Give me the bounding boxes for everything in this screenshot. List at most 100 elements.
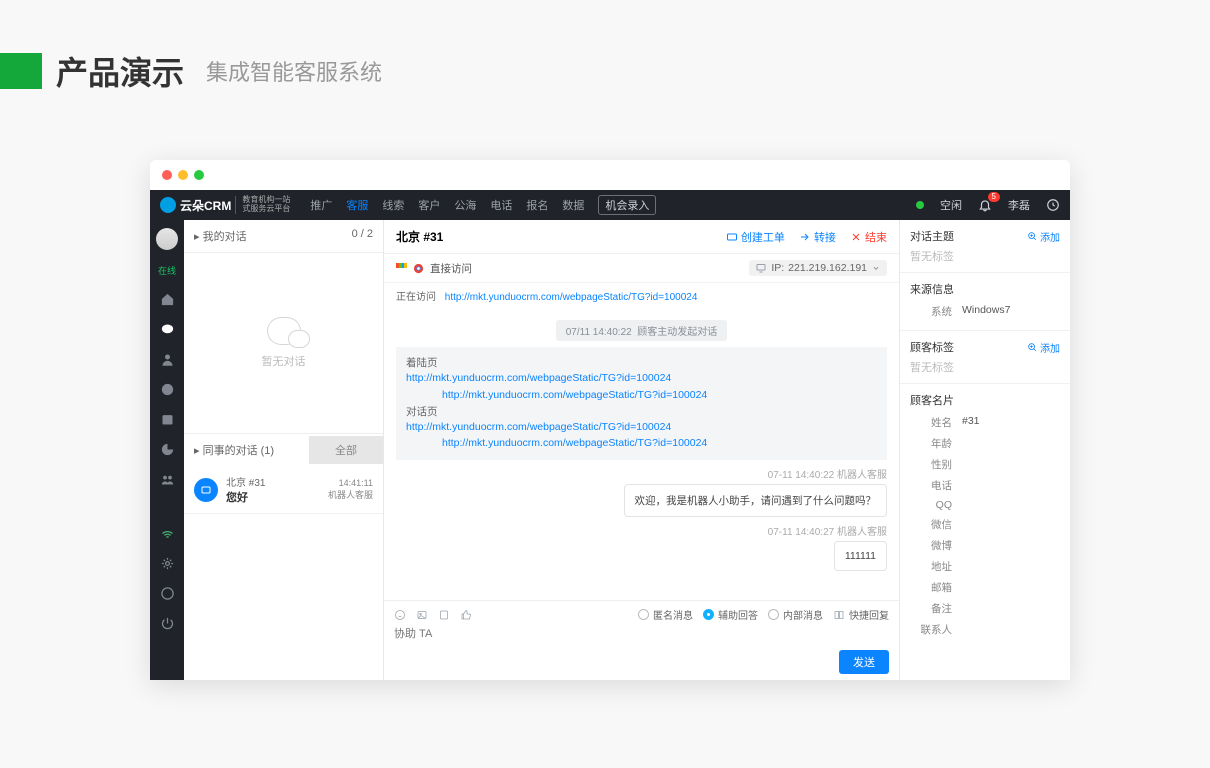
create-ticket-button[interactable]: 创建工单 [726, 229, 785, 245]
tags-none: 暂无标签 [910, 359, 1060, 375]
quick-reply-icon [833, 609, 845, 621]
visiting-url[interactable]: http://mkt.yunduocrm.com/webpageStatic/T… [445, 292, 698, 303]
nav-signup[interactable]: 报名 [526, 197, 548, 213]
person-icon[interactable] [159, 351, 175, 367]
logo-icon [160, 197, 176, 213]
user-avatar[interactable] [156, 228, 178, 250]
attachment-icon[interactable] [438, 609, 450, 621]
internal-option[interactable]: 内部消息 [768, 607, 823, 622]
conversation-list-panel: ▸ 我的对话 0 / 2 暂无对话 ▸ 同事的对话 (1) 全部 北京 #31 … [184, 220, 384, 680]
details-panel: 对话主题 添加 暂无标签 来源信息 系统Windows7 顾客标签 添加 [900, 220, 1070, 680]
landing-label: 着陆页 [406, 357, 438, 369]
reply-box: 匿名消息 辅助回答 内部消息 快捷回复 发送 [384, 600, 899, 680]
transfer-icon [799, 231, 811, 243]
slide-title: 产品演示 [56, 48, 184, 94]
age-key: 年龄 [910, 436, 952, 451]
conversation-avatar-icon [194, 478, 218, 502]
filter-all-button[interactable]: 全部 [309, 436, 383, 464]
status-text[interactable]: 空闲 [940, 197, 962, 213]
bot-message-1: 欢迎，我是机器人小助手，请问遇到了什么问题吗？ [624, 484, 888, 517]
current-user[interactable]: 李磊 [1008, 197, 1030, 213]
landing-url-1[interactable]: http://mkt.yunduocrm.com/webpageStatic/T… [406, 370, 877, 387]
empty-text: 暂无对话 [262, 353, 306, 369]
end-chat-button[interactable]: 结束 [850, 229, 887, 245]
conversation-item[interactable]: 北京 #31 您好 14:41:11 机器人客服 [184, 466, 383, 514]
bot-message-2: 111111 [834, 541, 887, 571]
power-icon[interactable] [159, 615, 175, 631]
notifications-button[interactable]: 5 [978, 198, 992, 212]
home-icon[interactable] [159, 291, 175, 307]
tags-add-button[interactable]: 添加 [1027, 340, 1060, 355]
window-traffic-lights [150, 160, 1070, 190]
my-conversations-label[interactable]: ▸ 我的对话 [194, 228, 247, 244]
nav-promo[interactable]: 推广 [310, 197, 332, 213]
settings-icon[interactable] [1046, 198, 1060, 212]
send-button[interactable]: 发送 [839, 650, 889, 674]
topic-none: 暂无标签 [910, 248, 1060, 264]
emoji-icon[interactable] [394, 609, 406, 621]
name-value[interactable]: #31 [962, 415, 980, 430]
dialog-url-1[interactable]: http://mkt.yunduocrm.com/webpageStatic/T… [406, 419, 877, 436]
topic-add-button[interactable]: 添加 [1027, 229, 1060, 244]
remark-key: 备注 [910, 601, 952, 616]
name-key: 姓名 [910, 415, 952, 430]
nav-pool[interactable]: 公海 [454, 197, 476, 213]
pie-chart-icon[interactable] [159, 441, 175, 457]
visiting-label: 正在访问 [396, 292, 436, 303]
sex-key: 性别 [910, 457, 952, 472]
image-icon[interactable] [416, 609, 428, 621]
check-circle-icon[interactable] [159, 381, 175, 397]
maximize-dot[interactable] [194, 170, 204, 180]
group-icon[interactable] [159, 471, 175, 487]
help-icon[interactable] [159, 585, 175, 601]
addr-key: 地址 [910, 559, 952, 574]
search-plus-icon [1027, 342, 1037, 352]
wifi-icon[interactable] [159, 525, 175, 541]
nav-customers[interactable]: 客户 [418, 197, 440, 213]
close-icon [850, 231, 862, 243]
thumbs-up-icon[interactable] [460, 609, 472, 621]
brand-logo[interactable]: 云朵CRM 教育机构一站式服务云平台 [160, 196, 290, 214]
empty-chat-icon [267, 317, 301, 345]
conversation-name: 北京 #31 [226, 474, 320, 489]
dialog-url-2[interactable]: http://mkt.yunduocrm.com/webpageStatic/T… [442, 435, 877, 452]
nav-service[interactable]: 客服 [346, 197, 368, 213]
status-indicator-icon [916, 201, 924, 209]
assist-option[interactable]: 辅助回答 [703, 607, 758, 622]
top-nav: 云朵CRM 教育机构一站式服务云平台 推广 客服 线索 客户 公海 电话 报名 … [150, 190, 1070, 220]
system-message: 07/11 14:40:22 顾客主动发起对话 [556, 320, 728, 341]
brand-name: 云朵CRM [180, 197, 231, 214]
app-window: 云朵CRM 教育机构一站式服务云平台 推广 客服 线索 客户 公海 电话 报名 … [150, 160, 1070, 680]
accent-block [0, 53, 42, 89]
slide-subtitle: 集成智能客服系统 [206, 55, 382, 87]
windows-logo-icon [396, 263, 407, 274]
minimize-dot[interactable] [178, 170, 188, 180]
online-status[interactable]: 在线 [158, 264, 176, 277]
ip-badge[interactable]: IP: 221.219.162.191 [749, 260, 887, 276]
gear-icon[interactable] [159, 555, 175, 571]
access-method: 直接访问 [430, 261, 472, 276]
landing-url-2[interactable]: http://mkt.yunduocrm.com/webpageStatic/T… [442, 387, 877, 404]
ip-value: 221.219.162.191 [788, 262, 867, 274]
calendar-icon[interactable] [159, 411, 175, 427]
conversation-count: 0 / 2 [352, 228, 373, 244]
source-label: 来源信息 [910, 281, 954, 297]
tags-label: 顾客标签 [910, 339, 954, 355]
nav-leads[interactable]: 线索 [382, 197, 404, 213]
nav-phone[interactable]: 电话 [490, 197, 512, 213]
reply-input[interactable] [394, 622, 889, 646]
peer-conversations-label[interactable]: ▸ 同事的对话 (1) [184, 434, 284, 466]
chat-transcript[interactable]: 07/11 14:40:22 顾客主动发起对话 着陆页 http://mkt.y… [384, 308, 899, 600]
chat-icon[interactable] [159, 321, 175, 337]
nav-data[interactable]: 数据 [562, 197, 584, 213]
record-opportunity-button[interactable]: 机会录入 [598, 195, 656, 215]
left-rail: 在线 [150, 220, 184, 680]
chat-title: 北京 #31 [396, 228, 443, 245]
bell-badge: 5 [988, 192, 1000, 202]
contact-key: 联系人 [910, 622, 952, 637]
transfer-button[interactable]: 转接 [799, 229, 836, 245]
anon-option[interactable]: 匿名消息 [638, 607, 693, 622]
mail-key: 邮箱 [910, 580, 952, 595]
quick-reply-button[interactable]: 快捷回复 [833, 607, 889, 622]
close-dot[interactable] [162, 170, 172, 180]
